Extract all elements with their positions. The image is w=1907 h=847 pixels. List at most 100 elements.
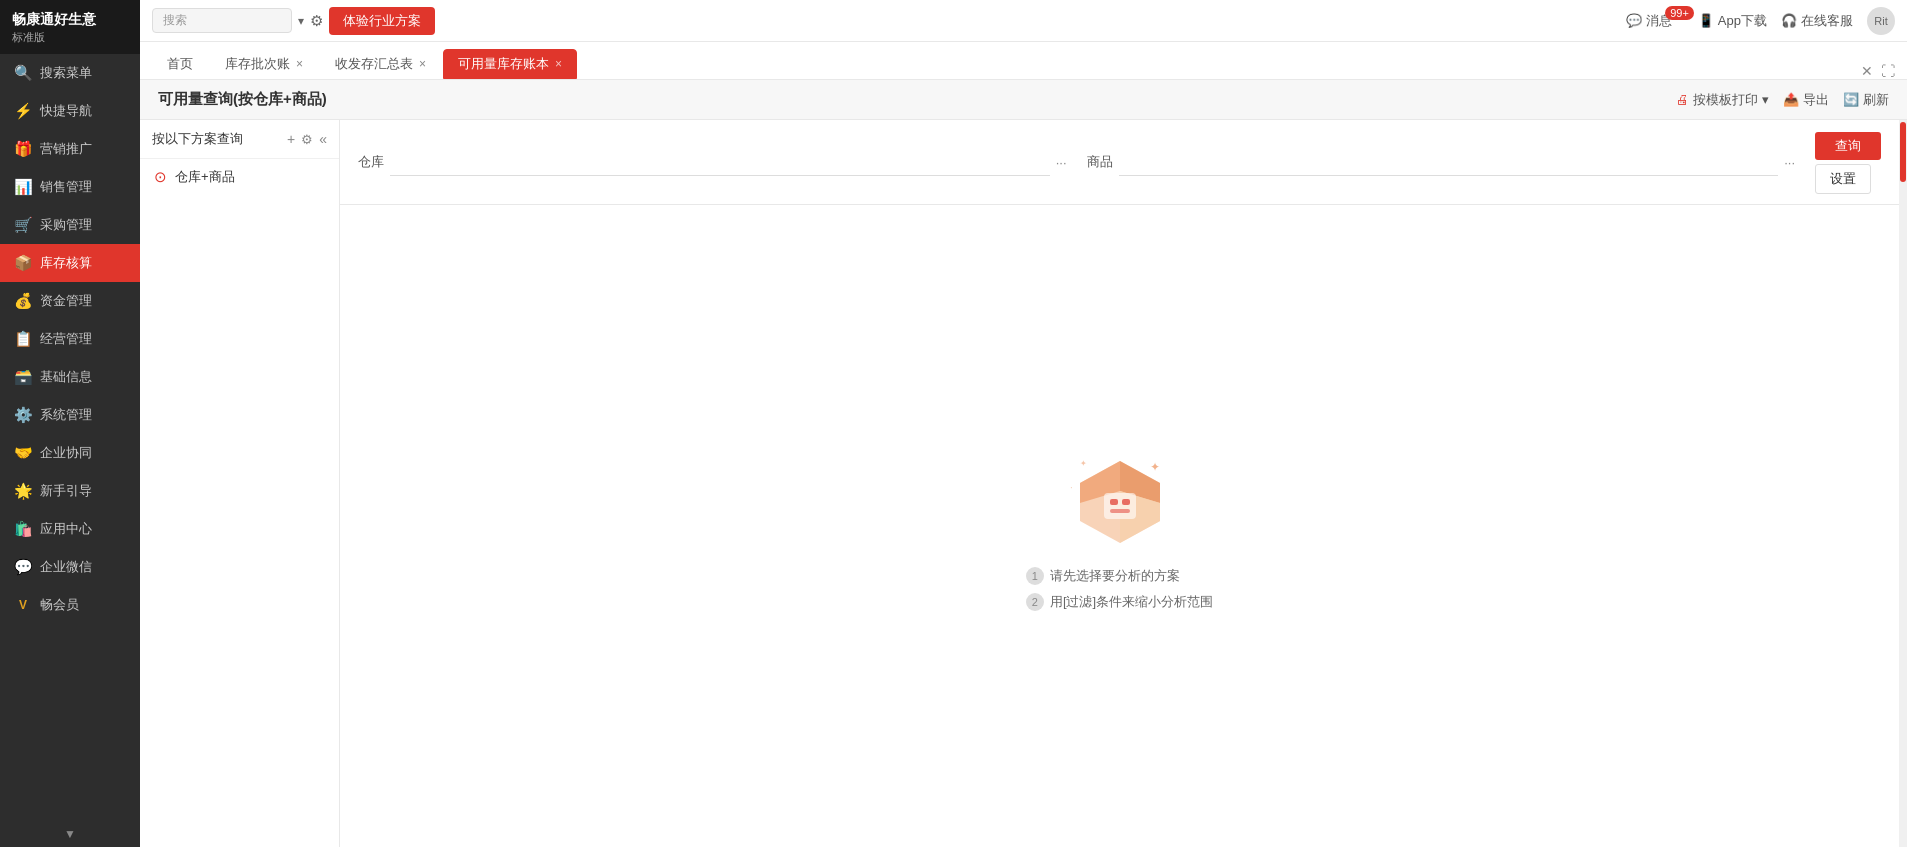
sidebar-item-appstore[interactable]: 🛍️ 应用中心 — [0, 510, 140, 548]
right-panel: 仓库 ··· 商品 ··· 查询 设置 — [340, 120, 1899, 847]
warehouse-more[interactable]: ··· — [1056, 155, 1067, 170]
purchase-icon: 🛒 — [14, 216, 32, 234]
member-icon: V — [14, 598, 32, 612]
sidebar-item-label: 快捷导航 — [40, 102, 92, 120]
sidebar-item-label: 营销推广 — [40, 140, 92, 158]
sidebar-item-label: 基础信息 — [40, 368, 92, 386]
search-icon: 🔍 — [14, 64, 32, 82]
sidebar-item-label: 经营管理 — [40, 330, 92, 348]
sidebar-item-marketing[interactable]: 🎁 营销推广 — [0, 130, 140, 168]
wechat-icon: 💬 — [14, 558, 32, 576]
svg-rect-5 — [1110, 499, 1118, 505]
tab-home[interactable]: 首页 — [152, 49, 208, 79]
sidebar-item-finance[interactable]: 💰 资金管理 — [0, 282, 140, 320]
sidebar-item-label: 企业协同 — [40, 444, 92, 462]
scheme-item-warehouse-goods[interactable]: ⊙ 仓库+商品 — [140, 159, 339, 195]
tab-receipt-summary[interactable]: 收发存汇总表 × — [320, 49, 441, 79]
sidebar-header: 畅康通好生意 标准版 — [0, 0, 140, 54]
tab-available-ledger[interactable]: 可用量库存账本 × — [443, 49, 577, 79]
sidebar-item-label: 畅会员 — [40, 596, 79, 614]
sidebar-item-enterprise[interactable]: 🤝 企业协同 — [0, 434, 140, 472]
basic-icon: 🗃️ — [14, 368, 32, 386]
sidebar-item-member[interactable]: V 畅会员 — [0, 586, 140, 624]
scrollbar-thumb[interactable] — [1900, 122, 1906, 182]
app-download-label: App下载 — [1718, 12, 1767, 30]
tab-expand-icon[interactable]: ⛶ — [1881, 63, 1895, 79]
user-avatar[interactable]: Rit — [1867, 7, 1895, 35]
page-header: 可用量查询(按仓库+商品) 🖨 按模板打印 ▾ 📤 导出 🔄 刷新 — [140, 80, 1907, 120]
operations-icon: 📋 — [14, 330, 32, 348]
tab-home-label: 首页 — [167, 55, 193, 73]
tab-batch-ledger-close[interactable]: × — [296, 57, 303, 71]
refresh-button[interactable]: 🔄 刷新 — [1843, 91, 1889, 109]
scheme-panel-header: 按以下方案查询 + ⚙ « — [140, 120, 339, 159]
industry-button[interactable]: 体验行业方案 — [329, 7, 435, 35]
query-button[interactable]: 查询 — [1815, 132, 1881, 160]
sidebar-item-purchase[interactable]: 🛒 采购管理 — [0, 206, 140, 244]
svg-rect-6 — [1122, 499, 1130, 505]
tab-available-ledger-label: 可用量库存账本 — [458, 55, 549, 73]
scheme-setting-icon[interactable]: ⚙ — [301, 132, 313, 147]
svg-rect-4 — [1104, 493, 1136, 519]
svg-text:✦: ✦ — [1150, 460, 1160, 474]
sidebar-item-newbie[interactable]: 🌟 新手引导 — [0, 472, 140, 510]
sidebar-item-sales[interactable]: 📊 销售管理 — [0, 168, 140, 206]
sidebar-item-basic[interactable]: 🗃️ 基础信息 — [0, 358, 140, 396]
system-icon: ⚙️ — [14, 406, 32, 424]
sidebar-item-label: 系统管理 — [40, 406, 92, 424]
goods-more[interactable]: ··· — [1784, 155, 1795, 170]
svg-text:✦: ✦ — [1080, 459, 1087, 468]
print-label: 按模板打印 — [1693, 91, 1758, 109]
app-download-btn[interactable]: 📱 App下载 — [1698, 12, 1767, 30]
tab-close-icon[interactable]: ✕ — [1861, 63, 1873, 79]
sidebar-item-wechat[interactable]: 💬 企业微信 — [0, 548, 140, 586]
online-service-btn[interactable]: 🎧 在线客服 — [1781, 12, 1853, 30]
sales-icon: 📊 — [14, 178, 32, 196]
setting-button[interactable]: 设置 — [1815, 164, 1871, 194]
warehouse-input[interactable] — [390, 148, 1050, 176]
topbar-dropdown-icon[interactable]: ▾ — [298, 14, 304, 28]
filter-row: 仓库 ··· 商品 ··· 查询 设置 — [340, 120, 1899, 205]
sidebar-item-inventory[interactable]: 📦 库存核算 — [0, 244, 140, 282]
warehouse-filter-group: 仓库 ··· — [358, 148, 1067, 176]
tab-batch-ledger[interactable]: 库存批次账 × — [210, 49, 318, 79]
tabbar: 首页 库存批次账 × 收发存汇总表 × 可用量库存账本 × ✕ ⛶ — [140, 42, 1907, 80]
empty-state: ✦ ✦ · 1 请先选择要分析的方案 2 用[过滤]条件来缩小分析范围 — [340, 205, 1899, 847]
tab-available-ledger-close[interactable]: × — [555, 57, 562, 71]
scheme-panel-title: 按以下方案查询 — [152, 130, 281, 148]
app-version: 标准版 — [12, 30, 128, 44]
print-icon: 🖨 — [1676, 92, 1689, 107]
sidebar-scroll-down[interactable]: ▼ — [0, 821, 140, 847]
sidebar-item-label: 搜索菜单 — [40, 64, 92, 82]
chevron-down-icon: ▼ — [64, 827, 76, 841]
inventory-icon: 📦 — [14, 254, 32, 272]
hint-text-2: 用[过滤]条件来缩小分析范围 — [1050, 593, 1213, 611]
tab-receipt-summary-label: 收发存汇总表 — [335, 55, 413, 73]
sidebar-item-search[interactable]: 🔍 搜索菜单 — [0, 54, 140, 92]
export-button[interactable]: 📤 导出 — [1783, 91, 1829, 109]
goods-filter-group: 商品 ··· — [1087, 148, 1796, 176]
export-label: 导出 — [1803, 91, 1829, 109]
shortcut-icon: ⚡ — [14, 102, 32, 120]
svg-rect-7 — [1110, 509, 1130, 513]
tab-receipt-summary-close[interactable]: × — [419, 57, 426, 71]
hint-line-1: 1 请先选择要分析的方案 — [1026, 567, 1213, 585]
goods-input[interactable] — [1119, 148, 1779, 176]
sidebar-item-system[interactable]: ⚙️ 系统管理 — [0, 396, 140, 434]
phone-icon: 📱 — [1698, 13, 1714, 28]
sidebar-item-shortcut[interactable]: ⚡ 快捷导航 — [0, 92, 140, 130]
sidebar-nav: 🔍 搜索菜单 ⚡ 快捷导航 🎁 营销推广 📊 销售管理 🛒 采购管理 📦 库存核… — [0, 54, 140, 821]
sidebar-item-operations[interactable]: 📋 经营管理 — [0, 320, 140, 358]
scheme-item-icon: ⊙ — [154, 168, 167, 186]
scheme-add-icon[interactable]: + — [287, 131, 295, 147]
right-scrollbar[interactable] — [1899, 120, 1907, 847]
online-service-label: 在线客服 — [1801, 12, 1853, 30]
tabbar-right: ✕ ⛶ — [1861, 63, 1895, 79]
topbar-left: 搜索 ▾ ⚙ 体验行业方案 — [152, 7, 1618, 35]
sidebar-item-label: 库存核算 — [40, 254, 92, 272]
topbar-gear-icon[interactable]: ⚙ — [310, 12, 323, 30]
scheme-collapse-icon[interactable]: « — [319, 131, 327, 147]
message-btn[interactable]: 💬 消息 99+ — [1626, 12, 1684, 30]
print-button[interactable]: 🖨 按模板打印 ▾ — [1676, 91, 1769, 109]
topbar: 搜索 ▾ ⚙ 体验行业方案 💬 消息 99+ 📱 App下载 🎧 在线客服 Ri… — [140, 0, 1907, 42]
